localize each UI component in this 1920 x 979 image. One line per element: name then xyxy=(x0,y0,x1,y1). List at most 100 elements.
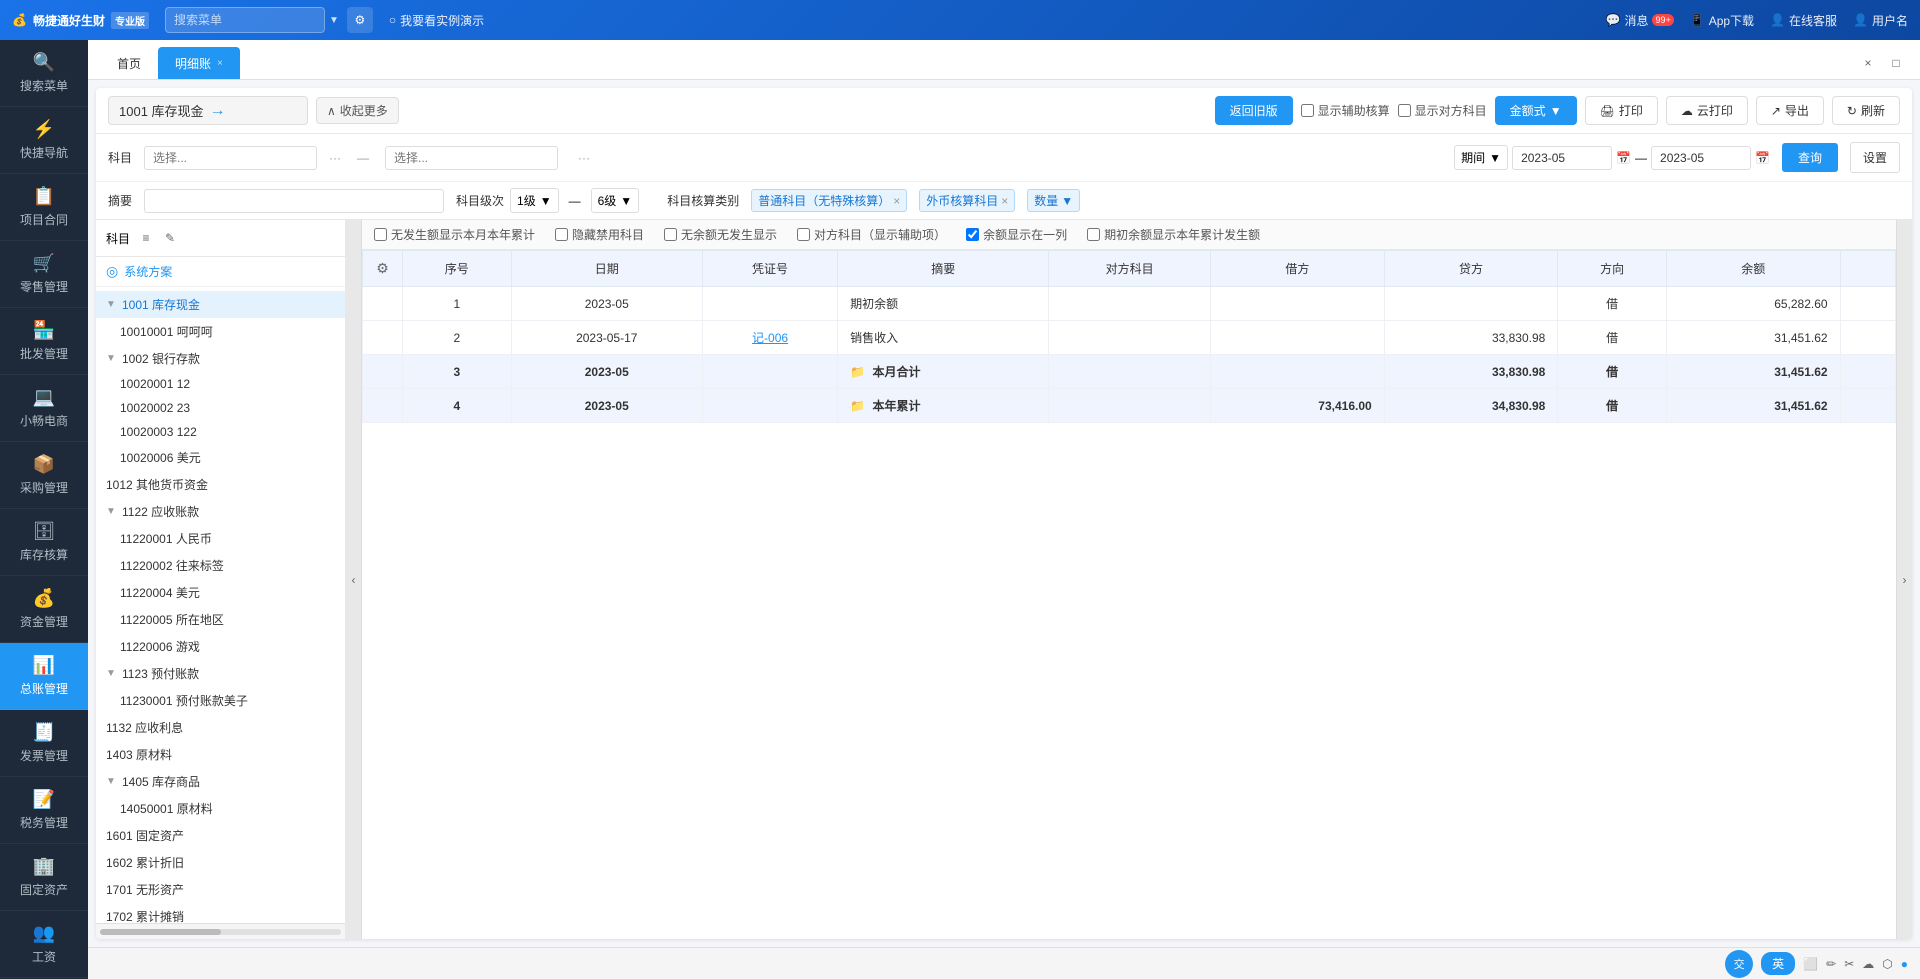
opposite-input[interactable] xyxy=(797,228,810,241)
amount-format-btn[interactable]: 金额式 ▼ xyxy=(1495,96,1577,125)
chat-float-btn[interactable]: 交 xyxy=(1725,950,1753,978)
refresh-btn[interactable]: ↻ 刷新 xyxy=(1832,96,1900,125)
sidebar-item-tax[interactable]: 📝 税务管理 xyxy=(0,777,88,844)
sidebar-item-quick-nav[interactable]: ⚡ 快捷导航 xyxy=(0,107,88,174)
opposite-checkbox[interactable]: 对方科目（显示辅助项） xyxy=(797,226,946,243)
tree-item-11220001[interactable]: 11220001 人民币 xyxy=(96,525,345,552)
no-balance-checkbox[interactable]: 无发生额显示本月本年累计 xyxy=(374,226,535,243)
tree-item-1012[interactable]: 1012 其他货币资金 xyxy=(96,471,345,498)
return-old-btn[interactable]: 返回旧版 xyxy=(1215,96,1293,125)
voucher-link[interactable]: 记-006 xyxy=(752,331,788,345)
bottom-icon4[interactable]: ☁ xyxy=(1862,957,1874,971)
sidebar-item-inventory[interactable]: 🗄 库存核算 xyxy=(0,509,88,576)
sidebar-item-project[interactable]: 📋 项目合同 xyxy=(0,174,88,241)
show-aux-checkbox-input[interactable] xyxy=(1301,104,1314,117)
tree-item-10020001[interactable]: 10020001 12 xyxy=(96,372,345,396)
tab-home[interactable]: 首页 xyxy=(100,47,158,79)
tree-item-10020002[interactable]: 10020002 23 xyxy=(96,396,345,420)
no-balance2-checkbox[interactable]: 无余额无发生显示 xyxy=(664,226,777,243)
period-beginning-input[interactable] xyxy=(1087,228,1100,241)
tree-item-1002[interactable]: ▼ 1002 银行存款 xyxy=(96,345,345,372)
tree-toggle-1001[interactable]: ▼ xyxy=(106,299,118,310)
tree-item-1123[interactable]: ▼ 1123 预付账款 xyxy=(96,660,345,687)
sidebar-item-payroll[interactable]: 👥 工资 xyxy=(0,911,88,978)
right-panel-collapse-btn[interactable]: › xyxy=(1896,220,1912,939)
online-service-btn[interactable]: 👤 在线客服 xyxy=(1770,12,1837,29)
subject-input[interactable] xyxy=(144,146,317,170)
table-settings-icon[interactable]: ⚙ xyxy=(376,260,389,276)
balance-one-col-input[interactable] xyxy=(966,228,979,241)
left-panel-collapse-btn[interactable]: ‹ xyxy=(346,220,362,939)
sidebar-item-retail[interactable]: 🛒 零售管理 xyxy=(0,241,88,308)
sidebar-item-ledger[interactable]: 📊 总账管理 xyxy=(0,643,88,710)
tree-toggle-1002[interactable]: ▼ xyxy=(106,353,118,364)
search-input[interactable] xyxy=(165,7,325,33)
period-start-input[interactable] xyxy=(1512,146,1612,170)
tree-item-11220005[interactable]: 11220005 所在地区 xyxy=(96,606,345,633)
tab-maximize-btn[interactable]: □ xyxy=(1884,51,1908,75)
tree-item-1701[interactable]: 1701 无形资产 xyxy=(96,876,345,903)
tree-item-1601[interactable]: 1601 固定资产 xyxy=(96,822,345,849)
left-panel-list-icon[interactable]: ≡ xyxy=(136,228,156,248)
subject-input2[interactable] xyxy=(385,146,558,170)
lang-cn-btn[interactable]: 英 xyxy=(1761,952,1795,975)
cloud-print-btn[interactable]: ☁ 云打印 xyxy=(1666,96,1748,125)
bottom-icon2[interactable]: ✏ xyxy=(1826,957,1836,971)
no-balance-input[interactable] xyxy=(374,228,387,241)
more-btn[interactable]: ∧ 收起更多 xyxy=(316,97,399,124)
bottom-icon3[interactable]: ✂ xyxy=(1844,957,1854,971)
left-panel-edit-icon[interactable]: ✎ xyxy=(160,228,180,248)
tree-item-11220002[interactable]: 11220002 往来标签 xyxy=(96,552,345,579)
user-avatar[interactable]: 👤 用户名 xyxy=(1853,12,1908,29)
tree-toggle-1123[interactable]: ▼ xyxy=(106,668,118,679)
query-btn[interactable]: 查询 xyxy=(1782,143,1838,172)
sidebar-item-purchase[interactable]: 📦 采购管理 xyxy=(0,442,88,509)
settings-btn[interactable]: ⚙ xyxy=(347,7,373,33)
print-btn[interactable]: 🖨 打印 xyxy=(1585,96,1658,125)
sidebar-item-ecommerce[interactable]: 💻 小畅电商 xyxy=(0,375,88,442)
tree-item-10010001[interactable]: 10010001 呵呵呵 xyxy=(96,318,345,345)
filter-settings-btn[interactable]: 设置 xyxy=(1850,142,1900,173)
tree-item-11220006[interactable]: 11220006 游戏 xyxy=(96,633,345,660)
show-opposite-checkbox[interactable]: 显示对方科目 xyxy=(1398,102,1487,119)
tree-item-11230001[interactable]: 11230001 预付账款美子 xyxy=(96,687,345,714)
tree-item-1602[interactable]: 1602 累计折旧 xyxy=(96,849,345,876)
tree-item-1132[interactable]: 1132 应收利息 xyxy=(96,714,345,741)
left-panel-scrollbar[interactable] xyxy=(96,923,345,939)
period-beginning-checkbox[interactable]: 期初余额显示本年累计发生额 xyxy=(1087,226,1260,243)
demo-link[interactable]: ○ 我要看实例演示 xyxy=(389,12,484,29)
tree-item-1001[interactable]: ▼ 1001 库存现金 xyxy=(96,291,345,318)
tree-toggle-1405[interactable]: ▼ xyxy=(106,776,118,787)
tag-foreign-close[interactable]: × xyxy=(1001,194,1008,208)
search-dropdown-icon[interactable]: ▼ xyxy=(329,15,339,26)
bottom-icon1[interactable]: ⬜ xyxy=(1803,957,1818,971)
panel-system-scheme[interactable]: ◎ 系统方案 xyxy=(96,257,345,287)
col-settings[interactable]: ⚙ xyxy=(363,251,403,287)
tree-item-1405[interactable]: ▼ 1405 库存商品 xyxy=(96,768,345,795)
hide-disabled-checkbox[interactable]: 隐藏禁用科目 xyxy=(555,226,644,243)
summary-input[interactable] xyxy=(144,189,444,213)
tree-item-14050001[interactable]: 14050001 原材料 xyxy=(96,795,345,822)
sidebar-item-search[interactable]: 🔍 搜索菜单 xyxy=(0,40,88,107)
tree-toggle-1122[interactable]: ▼ xyxy=(106,506,118,517)
level-start-select[interactable]: 1级 ▼ xyxy=(510,188,559,213)
sidebar-item-capital[interactable]: 💰 资金管理 xyxy=(0,576,88,643)
bottom-icon5[interactable]: ⬡ xyxy=(1882,957,1892,971)
tab-detail[interactable]: 明细账 × xyxy=(158,47,240,79)
app-download-btn[interactable]: 📱 App下载 xyxy=(1690,12,1754,29)
tab-close-btn[interactable]: × xyxy=(1856,51,1880,75)
tag-normal-close[interactable]: × xyxy=(893,194,900,208)
tree-item-10020003[interactable]: 10020003 122 xyxy=(96,420,345,444)
tab-close-icon[interactable]: × xyxy=(217,58,223,69)
row2-voucher[interactable]: 记-006 xyxy=(702,321,837,355)
sidebar-item-wholesale[interactable]: 🏪 批发管理 xyxy=(0,308,88,375)
sidebar-item-assets[interactable]: 🏢 固定资产 xyxy=(0,844,88,911)
balance-one-col-checkbox[interactable]: 余额显示在一列 xyxy=(966,226,1067,243)
bottom-icon6[interactable]: ● xyxy=(1901,957,1908,971)
period-calendar-icon2[interactable]: 📅 xyxy=(1755,151,1770,165)
tree-item-11220004[interactable]: 11220004 美元 xyxy=(96,579,345,606)
breadcrumb-nav-arrow[interactable]: → xyxy=(210,102,226,120)
period-calendar-icon1[interactable]: 📅 xyxy=(1616,151,1631,165)
period-type-select[interactable]: 期间 ▼ xyxy=(1454,145,1508,170)
sidebar-item-invoice[interactable]: 🧾 发票管理 xyxy=(0,710,88,777)
